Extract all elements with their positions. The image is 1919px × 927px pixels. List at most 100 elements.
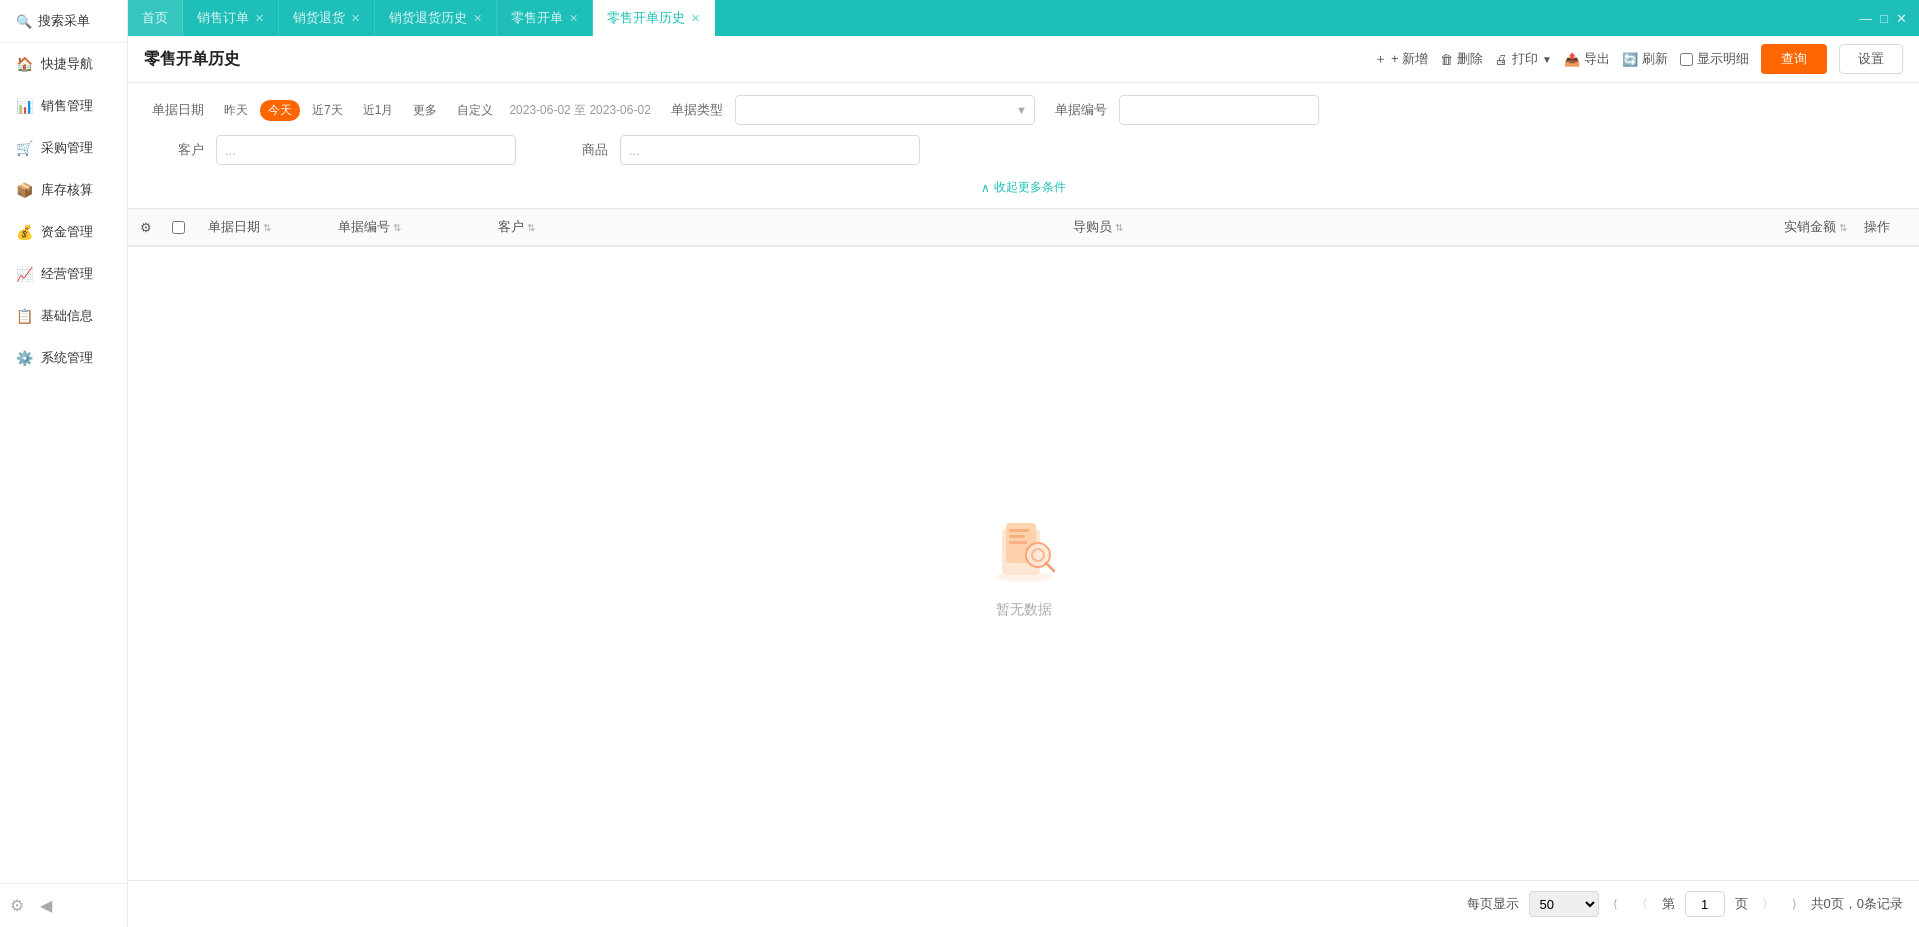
th-amount: 实销金额 ⇅	[1747, 218, 1847, 236]
sidebar-item-operations[interactable]: 📈 经营管理	[0, 253, 127, 295]
th-guide: 导购员 ⇅	[1073, 218, 1173, 236]
sidebar-item-finance[interactable]: 💰 资金管理	[0, 211, 127, 253]
per-page-select[interactable]: 50 10 20 100	[1529, 891, 1599, 917]
doc-num-input[interactable]	[1119, 95, 1319, 125]
page-label-text: 第	[1662, 895, 1675, 913]
filter-row-customer: 客户 ... 商品 ...	[144, 135, 1903, 165]
pagination: 每页显示 50 10 20 100 ⟨ 〈 第 页 〉 ⟩ 共0页，0条记录	[128, 880, 1919, 927]
week-btn[interactable]: 近7天	[304, 100, 351, 121]
total-records: 共0页，0条记录	[1811, 895, 1903, 913]
tab-sales-order-label: 销售订单	[197, 9, 249, 27]
sidebar-item-quick-nav[interactable]: 🏠 快捷导航	[0, 43, 127, 85]
tab-home-label: 首页	[142, 9, 168, 27]
tab-sales-return[interactable]: 销货退货 ✕	[279, 0, 375, 36]
next-page-button[interactable]: 〉	[1758, 894, 1778, 915]
tab-retail-open-history[interactable]: 零售开单历史 ✕	[593, 0, 715, 36]
goods-input[interactable]: ...	[620, 135, 920, 165]
goods-placeholder: ...	[629, 143, 640, 158]
empty-state: 暂无数据	[128, 247, 1919, 880]
sales-icon: 📊	[16, 98, 33, 114]
more-btn[interactable]: 更多	[405, 100, 445, 121]
home-icon: 🏠	[16, 56, 33, 72]
tab-sales-order[interactable]: 销售订单 ✕	[183, 0, 279, 36]
tab-sales-return-history-label: 销货退货历史	[389, 9, 467, 27]
tab-sales-return-close[interactable]: ✕	[351, 12, 360, 25]
customer-input[interactable]: ...	[216, 135, 516, 165]
th-num-sort-icon[interactable]: ⇅	[393, 222, 401, 233]
page-number-input[interactable]	[1685, 891, 1725, 917]
yesterday-btn[interactable]: 昨天	[216, 100, 256, 121]
th-customer-sort-icon[interactable]: ⇅	[527, 222, 535, 233]
per-page-select-wrapper: 50 10 20 100	[1529, 891, 1599, 917]
th-guide-sort-icon[interactable]: ⇅	[1115, 222, 1123, 233]
tab-retail-open[interactable]: 零售开单 ✕	[497, 0, 593, 36]
sidebar-footer: ⚙ ◀	[0, 883, 127, 927]
sidebar-item-system[interactable]: ⚙️ 系统管理	[0, 337, 127, 379]
per-page-label: 每页显示	[1467, 895, 1519, 913]
display-detail-checkbox[interactable]	[1680, 53, 1693, 66]
query-button[interactable]: 查询	[1761, 44, 1827, 74]
today-btn[interactable]: 今天	[260, 100, 300, 121]
custom-btn[interactable]: 自定义	[449, 100, 501, 121]
collapse-sidebar-icon[interactable]: ◀	[40, 896, 52, 915]
collapse-up-icon: ∧	[981, 181, 990, 195]
sidebar-item-inventory[interactable]: 📦 库存核算	[0, 169, 127, 211]
sidebar-item-label: 经营管理	[41, 265, 93, 283]
collapse-more-button[interactable]: ∧ 收起更多条件	[144, 175, 1903, 200]
search-icon: 🔍	[16, 14, 32, 29]
goods-label: 商品	[548, 141, 608, 159]
display-detail-button[interactable]: 显示明细	[1680, 50, 1749, 68]
sidebar-item-sales-mgmt[interactable]: 📊 销售管理	[0, 85, 127, 127]
doc-type-select[interactable]	[735, 95, 1035, 125]
tab-sales-return-label: 销货退货	[293, 9, 345, 27]
tab-retail-open-close[interactable]: ✕	[569, 12, 578, 25]
last-page-button[interactable]: ⟩	[1788, 895, 1801, 913]
date-filter-label: 单据日期	[144, 101, 204, 119]
select-all-checkbox[interactable]	[172, 221, 185, 234]
export-button[interactable]: 📤 导出	[1564, 50, 1610, 68]
sidebar-item-label: 销售管理	[41, 97, 93, 115]
sidebar-item-basic-info[interactable]: 📋 基础信息	[0, 295, 127, 337]
svg-rect-4	[1009, 535, 1025, 538]
prev-page-button[interactable]: 〈	[1632, 894, 1652, 915]
th-customer-label: 客户	[498, 218, 524, 236]
svg-rect-5	[1009, 541, 1027, 544]
delete-label: 删除	[1457, 50, 1483, 68]
filter-row-date: 单据日期 昨天 今天 近7天 近1月 更多 自定义 2023-06-02 至 2…	[144, 95, 1903, 125]
display-detail-label: 显示明细	[1697, 50, 1749, 68]
maximize-button[interactable]: □	[1880, 11, 1888, 26]
column-settings-icon[interactable]: ⚙	[140, 220, 152, 235]
sidebar-item-label: 基础信息	[41, 307, 93, 325]
th-amount-sort-icon[interactable]: ⇅	[1839, 222, 1847, 233]
svg-rect-3	[1009, 529, 1029, 532]
refresh-button[interactable]: 🔄 刷新	[1622, 50, 1668, 68]
th-date-sort-icon[interactable]: ⇅	[263, 222, 271, 233]
close-button[interactable]: ✕	[1896, 11, 1907, 26]
th-date-label: 单据日期	[208, 218, 260, 236]
print-button[interactable]: 🖨 打印 ▼	[1495, 50, 1552, 68]
add-label: + 新增	[1391, 50, 1428, 68]
month-btn[interactable]: 近1月	[355, 100, 402, 121]
tab-retail-open-history-close[interactable]: ✕	[691, 12, 700, 25]
setting-button[interactable]: 设置	[1839, 44, 1903, 74]
tab-sales-order-close[interactable]: ✕	[255, 12, 264, 25]
sidebar-search[interactable]: 🔍 搜索采单	[0, 0, 127, 43]
date-filter-buttons: 昨天 今天 近7天 近1月 更多 自定义 2023-06-02 至 2023-0…	[216, 100, 651, 121]
basic-info-icon: 📋	[16, 308, 33, 324]
tab-home[interactable]: 首页	[128, 0, 183, 36]
refresh-icon: 🔄	[1622, 52, 1638, 67]
print-icon: 🖨	[1495, 52, 1508, 67]
doc-type-label: 单据类型	[663, 101, 723, 119]
add-button[interactable]: ＋ + 新增	[1374, 50, 1428, 68]
sidebar-item-purchase-mgmt[interactable]: 🛒 采购管理	[0, 127, 127, 169]
customer-placeholder: ...	[225, 143, 236, 158]
tab-sales-return-history-close[interactable]: ✕	[473, 12, 482, 25]
finance-icon: 💰	[16, 224, 33, 240]
minimize-button[interactable]: —	[1859, 11, 1872, 26]
tab-sales-return-history[interactable]: 销货退货历史 ✕	[375, 0, 497, 36]
settings-footer-icon[interactable]: ⚙	[10, 896, 24, 915]
operations-icon: 📈	[16, 266, 33, 282]
page-suffix: 页	[1735, 895, 1748, 913]
delete-button[interactable]: 🗑 删除	[1440, 50, 1483, 68]
first-page-button[interactable]: ⟨	[1609, 895, 1622, 913]
